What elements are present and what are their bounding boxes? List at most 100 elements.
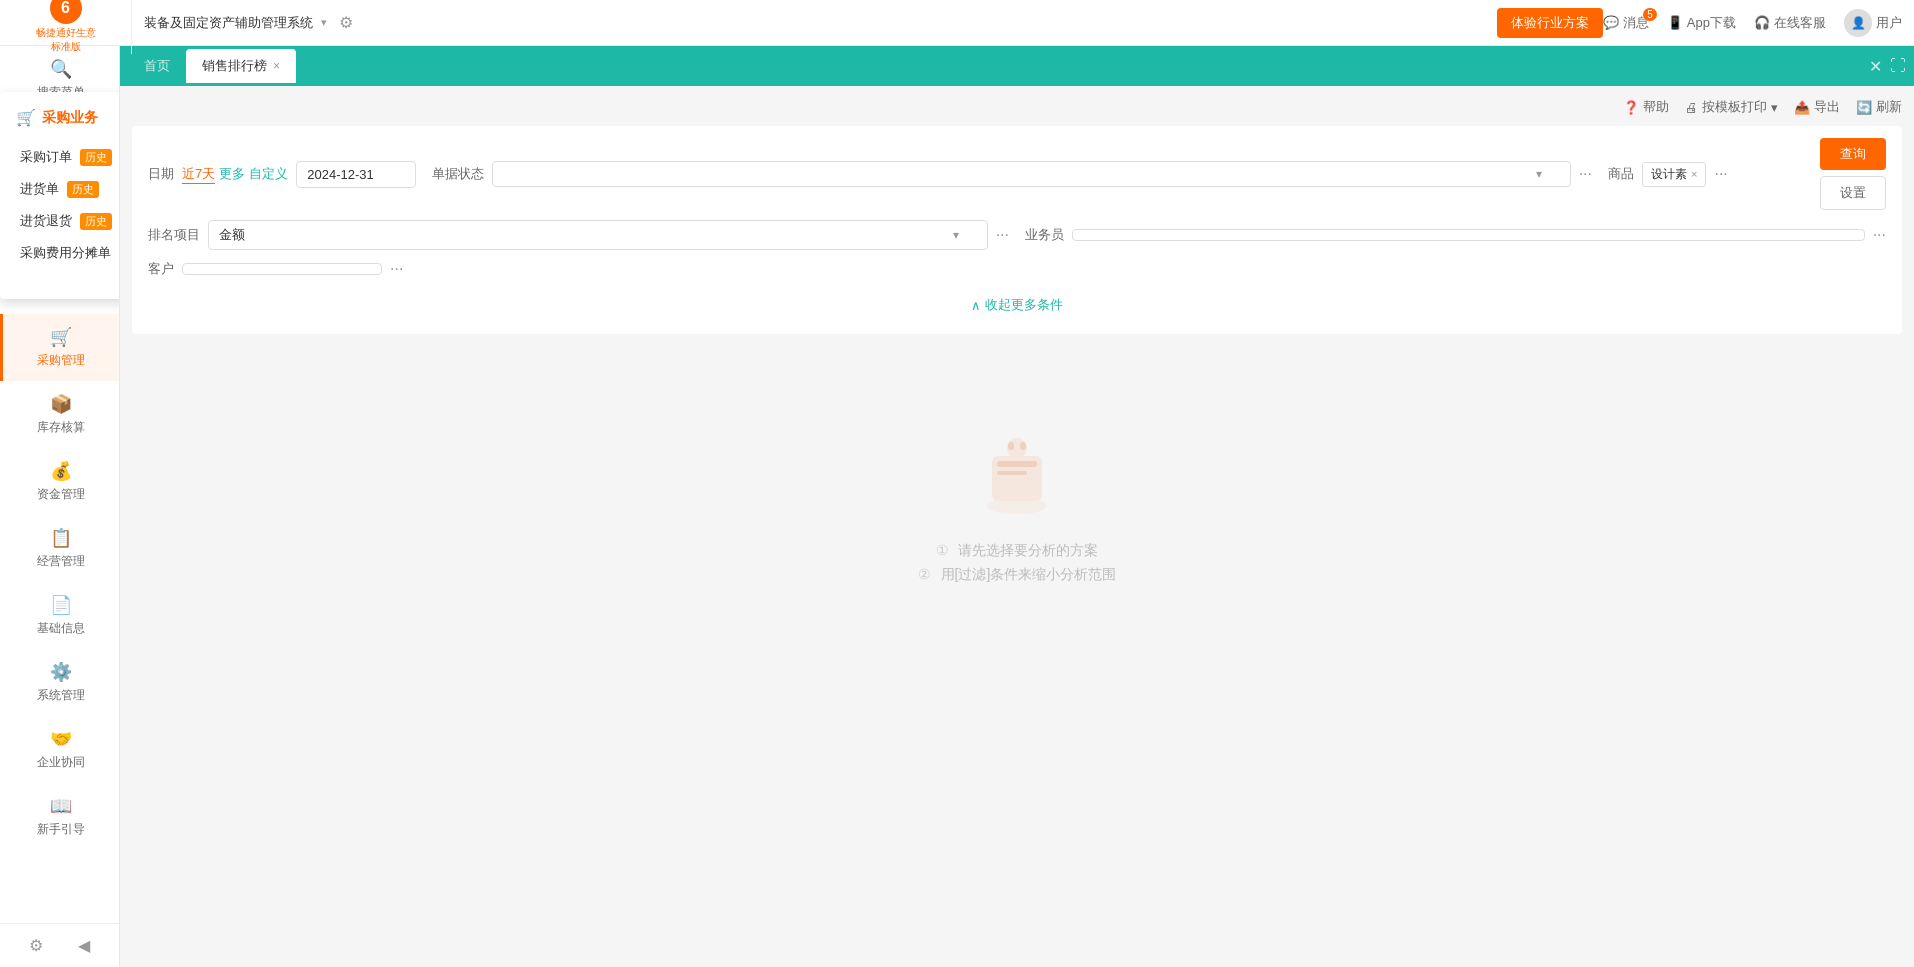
voucher-status-arrow: ▾: [1536, 167, 1542, 181]
online-service-button[interactable]: 🎧 在线客服: [1754, 14, 1826, 32]
purchase-expense-label: 采购费用分摊单: [20, 244, 111, 262]
empty-state-icon: [967, 426, 1067, 526]
trial-button[interactable]: 体验行业方案: [1497, 8, 1603, 38]
tab-home[interactable]: 首页: [128, 49, 186, 83]
sidebar-item-finance[interactable]: 💰 资金管理: [0, 448, 119, 515]
collapse-label: 收起更多条件: [985, 296, 1063, 314]
user-menu-button[interactable]: 👤 用户: [1844, 9, 1902, 37]
system-arrow-icon[interactable]: ▾: [321, 16, 327, 29]
content-area: 首页 销售排行榜 × ✕ ⛶ ❓ 帮助 🖨 按模板打印 ▾: [120, 46, 1914, 967]
main-layout: 🛒 采购业务 采购订单 历史 进货单 历史 进货退货 历史: [0, 46, 1914, 967]
sidebar-item-inventory[interactable]: 📦 库存核算: [0, 381, 119, 448]
stock-return-label: 进货退货: [20, 212, 72, 230]
voucher-status-select[interactable]: ▾: [492, 161, 1570, 187]
sidebar-item-purchase[interactable]: 🛒 采购管理: [0, 314, 119, 381]
purchase-section-label: 采购业务: [42, 109, 98, 127]
filter-customer-item: 客户 ···: [148, 260, 403, 278]
rank-dots[interactable]: ···: [996, 226, 1009, 244]
operations-icon: 📋: [50, 527, 72, 549]
purchase-title-icon: 🛒: [16, 108, 36, 127]
phone-icon: 📱: [1667, 15, 1683, 30]
refresh-icon: 🔄: [1856, 100, 1872, 115]
tab-close-button[interactable]: ×: [273, 59, 280, 73]
purchase-section-title: 🛒 采购业务: [16, 104, 120, 131]
system-name: 装备及固定资产辅助管理系统: [144, 14, 313, 32]
sidebar-operations-label: 经营管理: [37, 553, 85, 570]
page-content: ❓ 帮助 🖨 按模板打印 ▾ 📤 导出 🔄 刷新: [120, 86, 1914, 967]
sidebar-item-system[interactable]: ⚙️ 系统管理: [0, 649, 119, 716]
query-button[interactable]: 查询: [1820, 138, 1886, 170]
rank-arrow-icon: ▾: [953, 228, 959, 242]
dropdown-item-purchase-order[interactable]: 采购订单 历史: [16, 141, 120, 173]
help-button[interactable]: ❓ 帮助: [1623, 98, 1669, 116]
tab-maximize-icon[interactable]: ⛶: [1890, 57, 1906, 76]
empty-line1: ① 请先选择要分析的方案: [936, 542, 1099, 560]
logo-icon: 6: [50, 0, 82, 24]
filter-area: 日期 近7天 更多 自定义 单据状态 ▾: [132, 126, 1902, 334]
date-range-selector: 近7天 更多 自定义: [182, 165, 288, 184]
tab-sales-rank-label: 销售排行榜: [202, 57, 267, 75]
dropdown-item-stock-in[interactable]: 进货单 历史: [16, 173, 120, 205]
dropdown-item-purchase-expense[interactable]: 采购费用分摊单 历史: [16, 237, 120, 269]
goods-tag: 设计素 ×: [1642, 162, 1706, 187]
sidebar-collapse-icon[interactable]: ◀: [78, 936, 90, 955]
dropdown-item-stock-return[interactable]: 进货退货 历史: [16, 205, 120, 237]
system-title-area: 装备及固定资产辅助管理系统 ▾ ⚙: [144, 13, 1485, 32]
sidebar-item-basic-info[interactable]: 📄 基础信息: [0, 582, 119, 649]
date-end-input[interactable]: [296, 161, 416, 188]
tab-bar: 首页 销售排行榜 × ✕ ⛶: [120, 46, 1914, 86]
voucher-status-label: 单据状态: [432, 165, 484, 183]
print-button[interactable]: 🖨 按模板打印 ▾: [1685, 98, 1778, 116]
date-more[interactable]: 更多: [219, 165, 245, 183]
logo-area: 6 畅捷通好生意 标准版: [12, 0, 132, 54]
message-badge: 5: [1643, 8, 1657, 21]
date-custom[interactable]: 自定义: [249, 165, 288, 183]
goods-tag-value: 设计素: [1651, 166, 1687, 183]
tab-sales-rank[interactable]: 销售排行榜 ×: [186, 49, 296, 83]
filter-voucher-status-item: 单据状态 ▾ ···: [432, 161, 1592, 187]
svg-rect-2: [997, 461, 1037, 467]
customer-label: 客户: [148, 260, 174, 278]
print-label: 按模板打印: [1702, 98, 1767, 116]
messages-button[interactable]: 💬 消息 5: [1603, 14, 1649, 32]
app-download-button[interactable]: 📱 App下载: [1667, 14, 1736, 32]
date-7days[interactable]: 近7天: [182, 165, 215, 184]
sidebar-guide-label: 新手引导: [37, 821, 85, 838]
print-icon: 🖨: [1685, 100, 1698, 115]
top-bar: 6 畅捷通好生意 标准版 装备及固定资产辅助管理系统 ▾ ⚙ 体验行业方案 💬 …: [0, 0, 1914, 46]
sidebar-item-operations[interactable]: 📋 经营管理: [0, 515, 119, 582]
gear-icon[interactable]: ⚙: [339, 13, 353, 32]
salesperson-input[interactable]: [1072, 229, 1865, 241]
empty-text-1: 请先选择要分析的方案: [958, 542, 1098, 558]
top-right-area: 💬 消息 5 📱 App下载 🎧 在线客服 👤 用户: [1603, 9, 1902, 37]
svg-point-5: [1008, 442, 1014, 450]
refresh-button[interactable]: 🔄 刷新: [1856, 98, 1902, 116]
filter-side-actions: 查询 设置: [1820, 138, 1886, 210]
collapse-chevron-icon: ∧: [971, 298, 981, 313]
refresh-label: 刷新: [1876, 98, 1902, 116]
sidebar-settings-icon[interactable]: ⚙: [29, 936, 43, 955]
help-icon: ❓: [1623, 100, 1639, 115]
user-label: 用户: [1876, 14, 1902, 32]
system-icon: ⚙️: [50, 661, 72, 683]
sidebar-item-guide[interactable]: 📖 新手引导: [0, 783, 119, 850]
empty-state: ① 请先选择要分析的方案 ② 用[过滤]条件来缩小分析范围: [132, 346, 1902, 670]
goods-dots[interactable]: ···: [1714, 165, 1727, 183]
customer-input[interactable]: [182, 263, 382, 275]
export-button[interactable]: 📤 导出: [1794, 98, 1840, 116]
rank-select[interactable]: 金额 ▾: [208, 220, 988, 250]
sidebar-item-enterprise[interactable]: 🤝 企业协同: [0, 716, 119, 783]
sidebar-basic-info-label: 基础信息: [37, 620, 85, 637]
customer-dots[interactable]: ···: [390, 260, 403, 278]
purchase-business-column: 🛒 采购业务 采购订单 历史 进货单 历史 进货退货 历史: [16, 104, 120, 287]
sidebar-system-label: 系统管理: [37, 687, 85, 704]
empty-text-2: 用[过滤]条件来缩小分析范围: [941, 566, 1117, 582]
collapse-button[interactable]: ∧ 收起更多条件: [963, 288, 1071, 322]
online-service-label: 在线客服: [1774, 14, 1826, 32]
tab-close-all-icon[interactable]: ✕: [1869, 57, 1882, 76]
settings-button[interactable]: 设置: [1820, 176, 1886, 210]
salesperson-dots[interactable]: ···: [1873, 226, 1886, 244]
voucher-status-dots[interactable]: ···: [1579, 165, 1592, 183]
message-icon: 💬: [1603, 15, 1619, 30]
goods-tag-close[interactable]: ×: [1691, 168, 1697, 180]
